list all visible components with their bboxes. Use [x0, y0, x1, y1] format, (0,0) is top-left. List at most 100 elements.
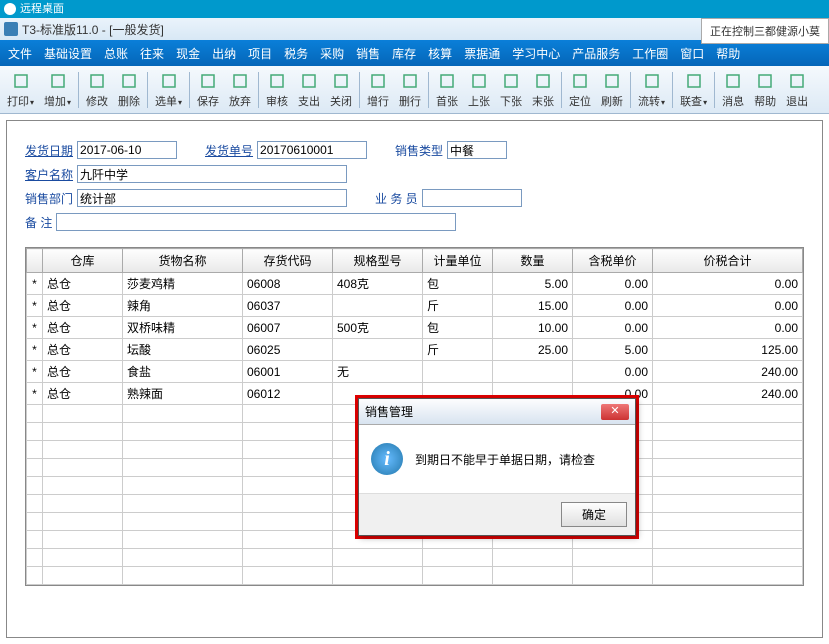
col-存货代码[interactable]: 存货代码 [243, 249, 333, 273]
cust-label: 客户名称 [25, 166, 73, 183]
col-仓库[interactable]: 仓库 [43, 249, 123, 273]
menu-项目[interactable]: 项目 [248, 45, 272, 62]
col-货物名称[interactable]: 货物名称 [123, 249, 243, 273]
remark-input[interactable] [56, 213, 456, 231]
tool-上张[interactable]: 上张 [464, 69, 494, 111]
date-input[interactable] [77, 141, 177, 159]
定位-icon [570, 71, 590, 91]
tool-删除[interactable]: 删除 [114, 69, 144, 111]
tool-增行[interactable]: 增行 [363, 69, 393, 111]
table-row[interactable]: *总仓食盐06001无0.00240.00 [27, 361, 803, 383]
menu-票据通[interactable]: 票据通 [464, 45, 500, 62]
content-area: 发货日期 发货单号 销售类型 客户名称 销售部门 业 务 员 备 注 [6, 120, 823, 638]
close-icon[interactable]: ✕ [601, 404, 629, 420]
menu-销售[interactable]: 销售 [356, 45, 380, 62]
修改-icon [87, 71, 107, 91]
col-marker[interactable] [27, 249, 43, 273]
支出-icon [299, 71, 319, 91]
dialog-titlebar[interactable]: 销售管理 ✕ [359, 399, 635, 425]
menu-往来[interactable]: 往来 [140, 45, 164, 62]
cust-input[interactable] [77, 165, 347, 183]
tool-保存[interactable]: 保存 [193, 69, 223, 111]
table-row[interactable]: *总仓辣角06037斤15.000.000.00 [27, 295, 803, 317]
separator [78, 72, 79, 108]
menu-学习中心[interactable]: 学习中心 [512, 45, 560, 62]
tool-帮助[interactable]: 帮助 [750, 69, 780, 111]
col-含税单价[interactable]: 含税单价 [573, 249, 653, 273]
tool-关闭[interactable]: 关闭 [326, 69, 356, 111]
tool-定位[interactable]: 定位 [565, 69, 595, 111]
dialog-highlight: 销售管理 ✕ i 到期日不能早于单据日期，请检查 确定 [355, 395, 639, 539]
table-row[interactable] [27, 567, 803, 585]
tool-修改[interactable]: 修改 [82, 69, 112, 111]
toolbar: 打印▾增加▾修改删除选单▾保存放弃审核支出关闭增行删行首张上张下张末张定位刷新流… [0, 66, 829, 114]
app-icon [4, 22, 18, 36]
separator [189, 72, 190, 108]
separator [258, 72, 259, 108]
remark-label: 备 注 [25, 214, 52, 231]
tool-首张[interactable]: 首张 [432, 69, 462, 111]
删除-icon [119, 71, 139, 91]
关闭-icon [331, 71, 351, 91]
col-计量单位[interactable]: 计量单位 [423, 249, 493, 273]
tool-支出[interactable]: 支出 [294, 69, 324, 111]
dept-input[interactable] [77, 189, 347, 207]
menu-窗口[interactable]: 窗口 [680, 45, 704, 62]
form-area: 发货日期 发货单号 销售类型 客户名称 销售部门 业 务 员 备 注 [17, 131, 812, 247]
ok-button[interactable]: 确定 [561, 502, 627, 527]
menu-核算[interactable]: 核算 [428, 45, 452, 62]
remote-title: 远程桌面 [20, 0, 64, 18]
menu-产品服务[interactable]: 产品服务 [572, 45, 620, 62]
table-row[interactable]: *总仓双桥味精06007500克包10.000.000.00 [27, 317, 803, 339]
刷新-icon [602, 71, 622, 91]
clerk-input[interactable] [422, 189, 522, 207]
选单-icon [159, 71, 179, 91]
tool-联查[interactable]: 联查▾ [676, 69, 711, 111]
menu-采购[interactable]: 采购 [320, 45, 344, 62]
tool-选单[interactable]: 选单▾ [151, 69, 186, 111]
date-label: 发货日期 [25, 142, 73, 159]
退出-icon [787, 71, 807, 91]
menu-税务[interactable]: 税务 [284, 45, 308, 62]
penguin-icon [4, 3, 16, 15]
tool-审核[interactable]: 审核 [262, 69, 292, 111]
table-row[interactable]: *总仓坛酸06025斤25.005.00125.00 [27, 339, 803, 361]
no-input[interactable] [257, 141, 367, 159]
message-dialog: 销售管理 ✕ i 到期日不能早于单据日期，请检查 确定 [358, 398, 636, 536]
menu-帮助[interactable]: 帮助 [716, 45, 740, 62]
tool-末张[interactable]: 末张 [528, 69, 558, 111]
tool-下张[interactable]: 下张 [496, 69, 526, 111]
menu-出纳[interactable]: 出纳 [212, 45, 236, 62]
tool-放弃[interactable]: 放弃 [225, 69, 255, 111]
col-数量[interactable]: 数量 [493, 249, 573, 273]
联查-icon [684, 71, 704, 91]
menu-现金[interactable]: 现金 [176, 45, 200, 62]
tool-增加[interactable]: 增加▾ [40, 69, 75, 111]
tool-流转[interactable]: 流转▾ [634, 69, 669, 111]
type-input[interactable] [447, 141, 507, 159]
col-规格型号[interactable]: 规格型号 [333, 249, 423, 273]
separator [359, 72, 360, 108]
separator [428, 72, 429, 108]
menu-总账[interactable]: 总账 [104, 45, 128, 62]
col-价税合计[interactable]: 价税合计 [653, 249, 803, 273]
tool-删行[interactable]: 删行 [395, 69, 425, 111]
menu-文件[interactable]: 文件 [8, 45, 32, 62]
remote-desktop-bar: 远程桌面 [0, 0, 829, 18]
帮助-icon [755, 71, 775, 91]
separator [630, 72, 631, 108]
消息-icon [723, 71, 743, 91]
dialog-message: 到期日不能早于单据日期，请检查 [415, 451, 595, 468]
首张-icon [437, 71, 457, 91]
menu-库存[interactable]: 库存 [392, 45, 416, 62]
table-row[interactable] [27, 549, 803, 567]
tool-消息[interactable]: 消息 [718, 69, 748, 111]
title-bar: T3-标准版11.0 - [一般发货] 正在控制三都健源小莫 [0, 18, 829, 40]
打印-icon [11, 71, 31, 91]
tool-打印[interactable]: 打印▾ [3, 69, 38, 111]
tool-退出[interactable]: 退出 [782, 69, 812, 111]
menu-基础设置[interactable]: 基础设置 [44, 45, 92, 62]
tool-刷新[interactable]: 刷新 [597, 69, 627, 111]
menu-工作圈[interactable]: 工作圈 [632, 45, 668, 62]
table-row[interactable]: *总仓莎麦鸡精06008408克包5.000.000.00 [27, 273, 803, 295]
